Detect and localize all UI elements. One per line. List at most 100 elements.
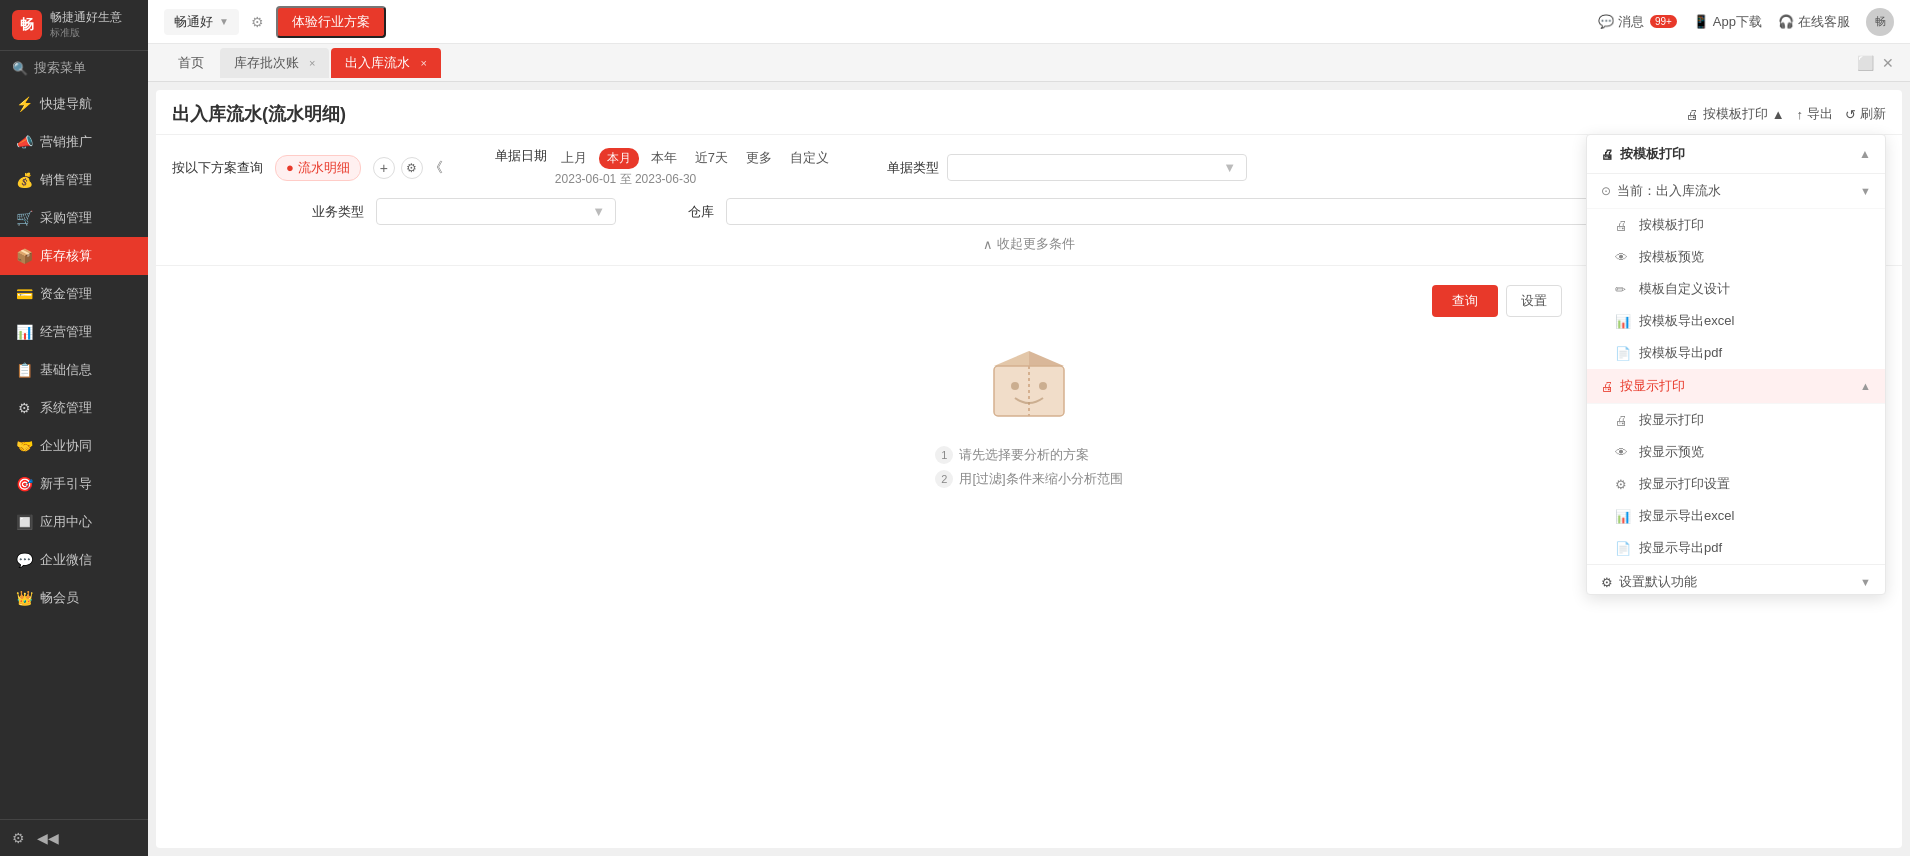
sidebar-item-purchase[interactable]: 🛒 采购管理 — [0, 199, 148, 237]
inventory-icon: 📦 — [16, 248, 32, 264]
collapse-icon: ∧ — [983, 237, 993, 252]
biz-type-select[interactable]: ▼ — [376, 198, 616, 225]
dropdown-item-display-preview[interactable]: 👁 按显示预览 — [1587, 436, 1885, 468]
sidebar-item-enterprise-wechat[interactable]: 💬 企业微信 — [0, 541, 148, 579]
sidebar-item-operation[interactable]: 📊 经营管理 — [0, 313, 148, 351]
sidebar-item-system[interactable]: ⚙ 系统管理 — [0, 389, 148, 427]
current-indicator-icon: ⊙ — [1601, 184, 1611, 198]
dropdown-item-template-custom[interactable]: ✏ 模板自定义设计 — [1587, 273, 1885, 305]
display-preview-label: 按显示预览 — [1639, 443, 1704, 461]
settings-button[interactable]: 设置 — [1506, 285, 1562, 317]
dropdown-item-display-excel[interactable]: 📊 按显示导出excel — [1587, 500, 1885, 532]
sidebar-item-sales[interactable]: 💰 销售管理 — [0, 161, 148, 199]
date-option-custom[interactable]: 自定义 — [784, 147, 835, 169]
svg-point-5 — [1011, 382, 1019, 390]
date-option-this-month[interactable]: 本月 — [599, 148, 639, 169]
display-print-label: 按显示打印 — [1639, 411, 1704, 429]
tab-inout-flow[interactable]: 出入库流水 × — [331, 48, 440, 78]
export-button[interactable]: ↑ 导出 — [1797, 105, 1834, 123]
dropdown-scroll-up[interactable]: ▲ — [1859, 147, 1871, 161]
logo-badge: 标准版 — [50, 26, 122, 40]
app-download-button[interactable]: 📱 App下载 — [1693, 13, 1762, 31]
sidebar-settings-icon[interactable]: ⚙ — [12, 830, 25, 846]
sidebar-item-label: 销售管理 — [40, 171, 92, 189]
sidebar-item-app-center[interactable]: 🔲 应用中心 — [0, 503, 148, 541]
online-service-button[interactable]: 🎧 在线客服 — [1778, 13, 1850, 31]
topbar-user[interactable]: 畅通好 ▼ — [164, 9, 239, 35]
dropdown-panel-header: 🖨 按模板打印 ▲ — [1587, 135, 1885, 174]
dropdown-display-section[interactable]: 🖨 按显示打印 ▲ — [1587, 369, 1885, 404]
date-field-label: 单据日期 — [495, 147, 547, 165]
display-print-icon: 🖨 — [1615, 413, 1631, 428]
maximize-icon[interactable]: ⬜ — [1857, 55, 1874, 71]
sidebar-bottom: ⚙ ◀◀ — [0, 819, 148, 856]
sidebar-item-label: 采购管理 — [40, 209, 92, 227]
sidebar-item-marketing[interactable]: 📣 营销推广 — [0, 123, 148, 161]
guide-icon: 🎯 — [16, 476, 32, 492]
collapse-label: 收起更多条件 — [997, 235, 1075, 253]
sidebar-search[interactable]: 🔍 搜索菜单 — [0, 51, 148, 85]
filter-tag[interactable]: ● 流水明细 — [275, 155, 361, 181]
sidebar-logo: 畅 畅捷通好生意 标准版 — [0, 0, 148, 51]
sidebar-item-vip[interactable]: 👑 畅会员 — [0, 579, 148, 617]
dropdown-footer[interactable]: ⚙ 设置默认功能 ▼ — [1587, 564, 1885, 594]
dropdown-item-template-excel[interactable]: 📊 按模板导出excel — [1587, 305, 1885, 337]
tab-home[interactable]: 首页 — [164, 48, 218, 78]
sidebar-item-enterprise[interactable]: 🤝 企业协同 — [0, 427, 148, 465]
filter-tag-icon: ● — [286, 160, 294, 175]
topbar-actions: 💬 消息 99+ 📱 App下载 🎧 在线客服 畅 — [1598, 8, 1894, 36]
current-indicator-chevron: ▼ — [1860, 185, 1871, 197]
avatar[interactable]: 畅 — [1866, 8, 1894, 36]
refresh-button[interactable]: ↺ 刷新 — [1845, 105, 1886, 123]
filter-setting-button[interactable]: ⚙ — [401, 157, 423, 179]
tab-inventory-batch-close[interactable]: × — [309, 57, 315, 69]
dropdown-item-template-print[interactable]: 🖨 按模板打印 — [1587, 209, 1885, 241]
search-icon: 🔍 — [12, 61, 28, 76]
online-service-icon: 🎧 — [1778, 14, 1794, 29]
dropdown-item-display-settings[interactable]: ⚙ 按显示打印设置 — [1587, 468, 1885, 500]
display-section-icon: 🖨 — [1601, 379, 1614, 394]
dropdown-panel: 🖨 按模板打印 ▲ ⊙ 当前：出入库流水 ▼ 🖨 按模板打印 — [1586, 134, 1886, 595]
sidebar-item-quick-nav[interactable]: ⚡ 快捷导航 — [0, 85, 148, 123]
enterprise-wechat-icon: 💬 — [16, 552, 32, 568]
close-main-icon[interactable]: ✕ — [1882, 55, 1894, 71]
query-button[interactable]: 查询 — [1432, 285, 1498, 317]
dropdown-item-template-pdf[interactable]: 📄 按模板导出pdf — [1587, 337, 1885, 369]
footer-settings-icon: ⚙ — [1601, 575, 1613, 590]
sidebar-item-finance[interactable]: 💳 资金管理 — [0, 275, 148, 313]
enterprise-icon: 🤝 — [16, 438, 32, 454]
dropdown-item-display-print[interactable]: 🖨 按显示打印 — [1587, 404, 1885, 436]
sidebar-item-guide[interactable]: 🎯 新手引导 — [0, 465, 148, 503]
date-option-this-year[interactable]: 本年 — [645, 147, 683, 169]
tab-inout-flow-close[interactable]: × — [420, 57, 426, 69]
dropdown-item-display-pdf[interactable]: 📄 按显示导出pdf — [1587, 532, 1885, 564]
filter-add-button[interactable]: + — [373, 157, 395, 179]
empty-tip-1: 1 请先选择要分析的方案 — [935, 446, 1122, 464]
refresh-icon: ↺ — [1845, 107, 1856, 122]
app-center-icon: 🔲 — [16, 514, 32, 530]
collapse-more-button[interactable]: ∧ 收起更多条件 — [983, 235, 1075, 253]
date-option-more[interactable]: 更多 — [740, 147, 778, 169]
trial-button[interactable]: 体验行业方案 — [276, 6, 386, 38]
sidebar-item-inventory[interactable]: 📦 库存核算 — [0, 237, 148, 275]
tab-inventory-batch[interactable]: 库存批次账 × — [220, 48, 329, 78]
export-icon: ↑ — [1797, 107, 1804, 122]
date-option-7days[interactable]: 近7天 — [689, 147, 734, 169]
print-label: 按模板打印 — [1703, 105, 1768, 123]
doc-type-select[interactable]: ▼ — [947, 154, 1247, 181]
footer-label: 设置默认功能 — [1619, 573, 1697, 591]
vip-icon: 👑 — [16, 590, 32, 606]
topbar-gear-icon[interactable]: ⚙ — [251, 14, 264, 30]
sidebar-item-label: 企业协同 — [40, 437, 92, 455]
filter-collapse-button[interactable]: 《 — [429, 159, 443, 177]
logo-icon: 畅 — [12, 10, 42, 40]
dropdown-item-template-preview[interactable]: 👁 按模板预览 — [1587, 241, 1885, 273]
date-option-last-month[interactable]: 上月 — [555, 147, 593, 169]
sidebar-collapse-icon[interactable]: ◀◀ — [37, 830, 59, 846]
filter-label: 按以下方案查询 — [172, 159, 263, 177]
message-button[interactable]: 💬 消息 99+ — [1598, 13, 1677, 31]
sidebar-item-basic-info[interactable]: 📋 基础信息 — [0, 351, 148, 389]
print-button[interactable]: 🖨 按模板打印 ▲ — [1686, 105, 1785, 123]
sidebar-item-label: 新手引导 — [40, 475, 92, 493]
sidebar-item-label: 快捷导航 — [40, 95, 92, 113]
